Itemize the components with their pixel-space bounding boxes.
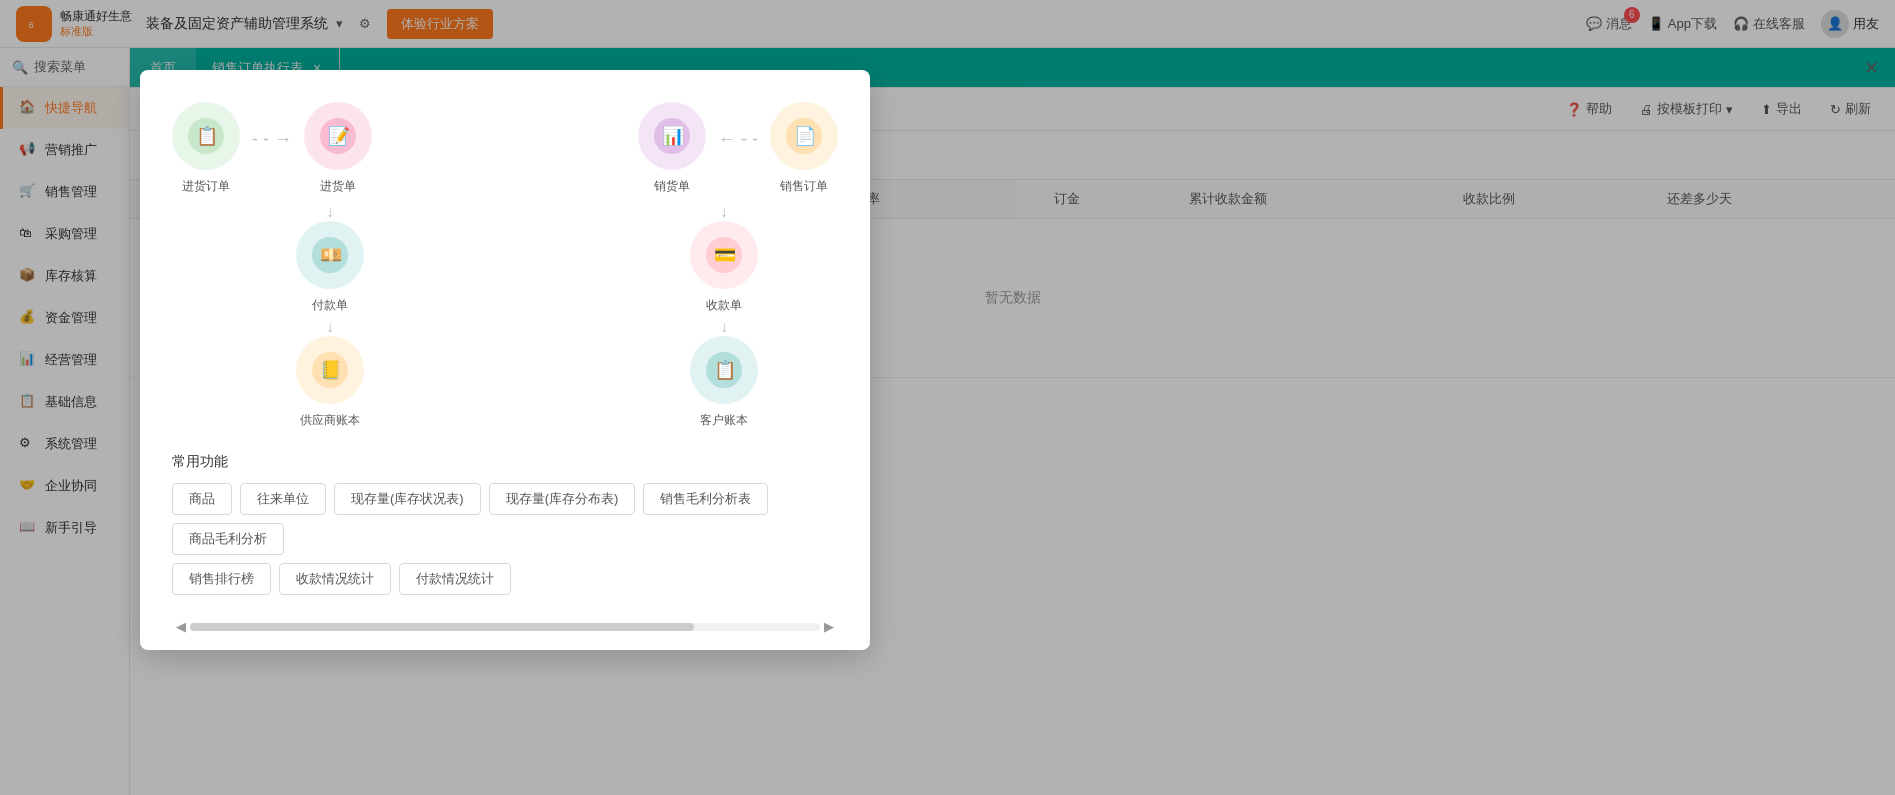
down-arrow-supplier: ↓ — [326, 318, 334, 336]
svg-text:📋: 📋 — [196, 125, 219, 147]
scroll-track — [190, 623, 820, 631]
common-func-title: 常用功能 — [172, 453, 838, 471]
svg-text:📄: 📄 — [794, 125, 817, 147]
common-functions-section: 常用功能 商品 往来单位 现存量(库存状况表) 现存量(库存分布表) 销售毛利分… — [172, 453, 838, 595]
flow-row-sale: 📊 销货单 ← - - 📄 销售订单 — [638, 102, 838, 195]
purchase-bill-label: 进货单 — [320, 178, 356, 195]
flow-node-sale-bill[interactable]: 📊 销货单 — [638, 102, 706, 195]
receipt-icon: 💳 — [690, 221, 758, 289]
flow-node-customer-account[interactable]: 📋 客户账本 — [690, 336, 758, 429]
flow-col-payment: ↓ 💴 付款单 — [296, 203, 364, 314]
flow-col-customer: ↓ 📋 客户账本 — [690, 318, 758, 429]
svg-text:📒: 📒 — [320, 359, 343, 381]
sale-bill-icon: 📊 — [638, 102, 706, 170]
purchase-order-label: 进货订单 — [182, 178, 230, 195]
func-btn-receipt-stat[interactable]: 收款情况统计 — [279, 563, 391, 595]
purchase-order-icon: 📋 — [172, 102, 240, 170]
modal-scrollbar: ◀ ▶ — [172, 619, 838, 634]
func-btn-stock-dist[interactable]: 现存量(库存分布表) — [489, 483, 636, 515]
svg-text:💴: 💴 — [320, 244, 343, 266]
flow-diagram: 📋 进货订单 - - → 📝 进货单 — [172, 102, 838, 429]
flow-node-supplier-account[interactable]: 📒 供应商账本 — [296, 336, 364, 429]
supplier-account-label: 供应商账本 — [300, 412, 360, 429]
func-btn-product-margin[interactable]: 商品毛利分析 — [172, 523, 284, 555]
svg-text:📝: 📝 — [328, 125, 351, 147]
scroll-thumb[interactable] — [190, 623, 694, 631]
func-btn-stock-status[interactable]: 现存量(库存状况表) — [334, 483, 481, 515]
arrow-sale: ← - - — [718, 129, 758, 150]
quick-nav-modal: 📋 进货订单 - - → 📝 进货单 — [140, 70, 870, 650]
func-buttons-row1: 商品 往来单位 现存量(库存状况表) 现存量(库存分布表) 销售毛利分析表 商品… — [172, 483, 838, 555]
supplier-account-icon: 📒 — [296, 336, 364, 404]
flow-col-supplier: ↓ 📒 供应商账本 — [296, 318, 364, 429]
func-buttons-row2: 销售排行榜 收款情况统计 付款情况统计 — [172, 563, 838, 595]
down-arrow-customer: ↓ — [720, 318, 728, 336]
down-arrow-receipt: ↓ — [720, 203, 728, 221]
arrow-purchase: - - → — [252, 129, 292, 150]
sale-order-icon: 📄 — [770, 102, 838, 170]
customer-account-label: 客户账本 — [700, 412, 748, 429]
scroll-right-arrow[interactable]: ▶ — [820, 619, 838, 634]
payment-icon: 💴 — [296, 221, 364, 289]
flow-node-receipt[interactable]: 💳 收款单 — [690, 221, 758, 314]
func-btn-payment-stat[interactable]: 付款情况统计 — [399, 563, 511, 595]
func-btn-product[interactable]: 商品 — [172, 483, 232, 515]
flow-node-purchase-order[interactable]: 📋 进货订单 — [172, 102, 240, 195]
purchase-bill-icon: 📝 — [304, 102, 372, 170]
func-btn-sales-margin[interactable]: 销售毛利分析表 — [643, 483, 768, 515]
receipt-label: 收款单 — [706, 297, 742, 314]
flow-node-sale-order[interactable]: 📄 销售订单 — [770, 102, 838, 195]
sale-bill-label: 销货单 — [654, 178, 690, 195]
customer-account-icon: 📋 — [690, 336, 758, 404]
flow-node-payment[interactable]: 💴 付款单 — [296, 221, 364, 314]
flow-node-purchase-bill[interactable]: 📝 进货单 — [304, 102, 372, 195]
svg-text:📊: 📊 — [662, 125, 685, 147]
flow-row-purchase: 📋 进货订单 - - → 📝 进货单 — [172, 102, 372, 195]
scroll-left-arrow[interactable]: ◀ — [172, 619, 190, 634]
func-btn-counterpart[interactable]: 往来单位 — [240, 483, 326, 515]
modal-overlay[interactable]: 📋 进货订单 - - → 📝 进货单 — [0, 0, 1895, 795]
svg-text:📋: 📋 — [714, 359, 737, 381]
payment-label: 付款单 — [312, 297, 348, 314]
svg-text:💳: 💳 — [714, 244, 737, 266]
sale-order-label: 销售订单 — [780, 178, 828, 195]
func-btn-sales-rank[interactable]: 销售排行榜 — [172, 563, 271, 595]
flow-col-receipt: ↓ 💳 收款单 — [690, 203, 758, 314]
down-arrow-payment: ↓ — [326, 203, 334, 221]
